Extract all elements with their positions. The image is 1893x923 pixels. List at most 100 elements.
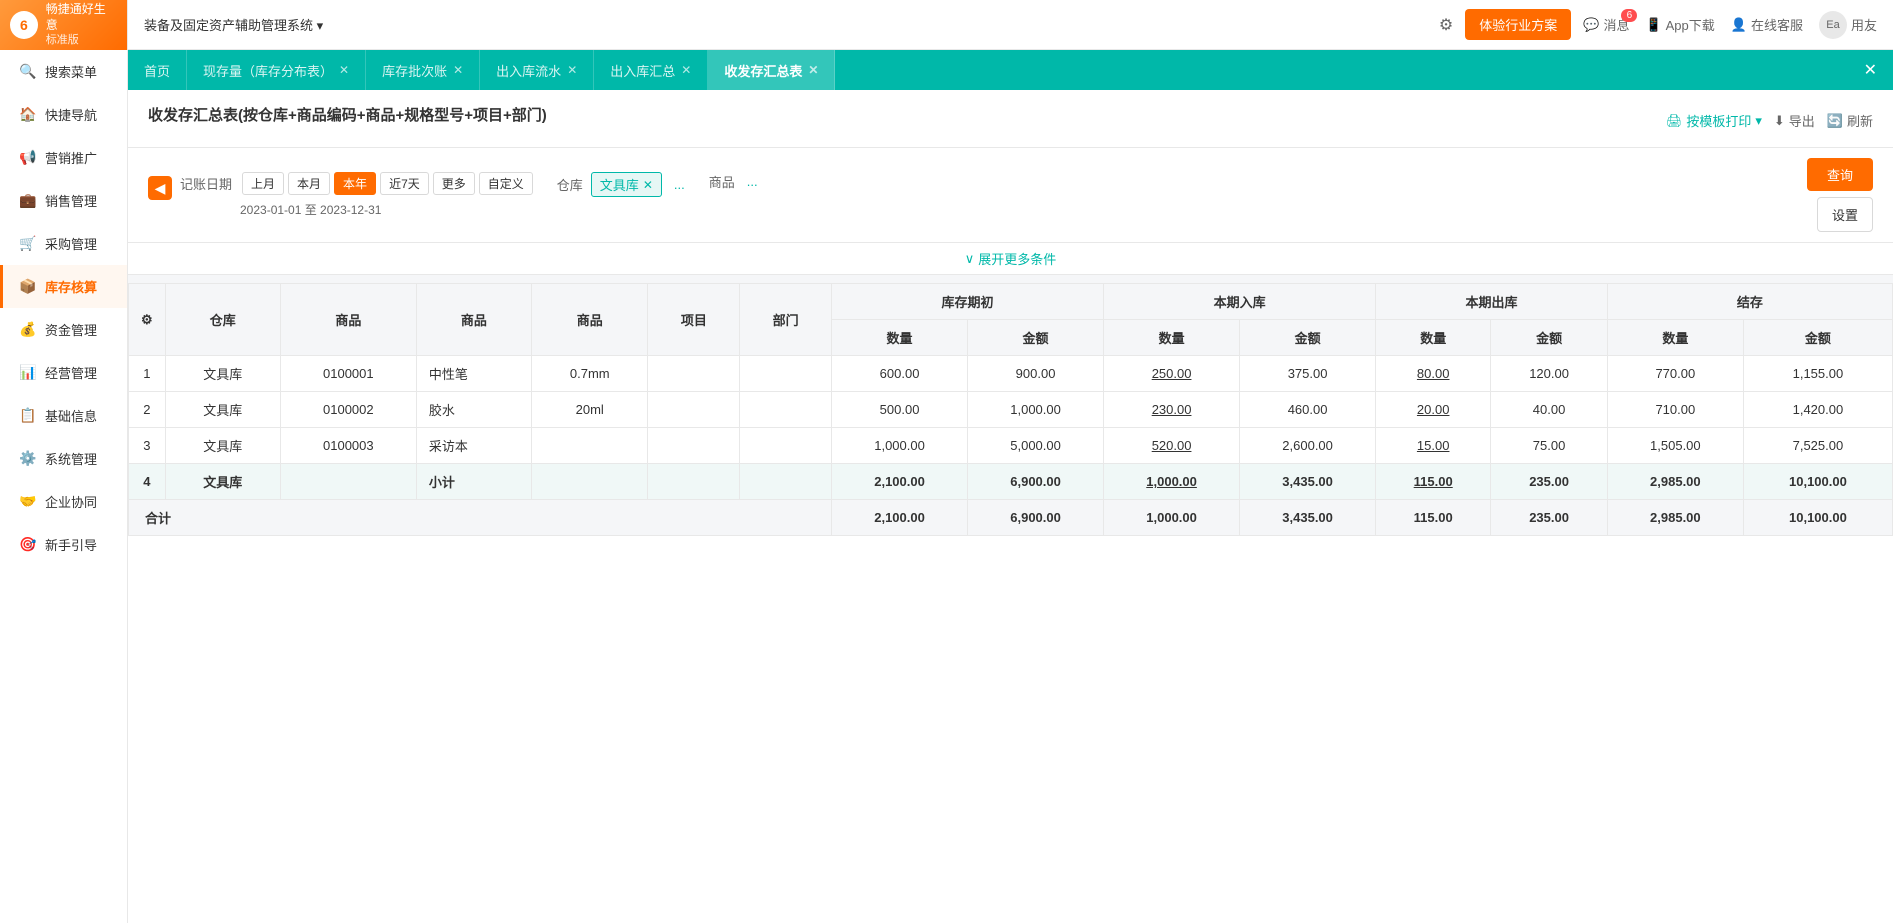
date-btn-本年[interactable]: 本年 [334, 172, 376, 195]
open-amt-header: 金额 [968, 320, 1104, 356]
tab-close-collect-summary[interactable]: ✕ [808, 63, 818, 77]
filter-left: ◀ 记账日期 上月本月本年近7天更多自定义 2023-01-01 至 2023-… [148, 172, 1783, 218]
online-service-action[interactable]: 👤 在线客服 [1731, 15, 1803, 34]
row-dept [740, 392, 832, 428]
date-label: 记账日期 [180, 174, 232, 193]
settings-btn[interactable]: 设置 [1817, 197, 1873, 232]
tab-label-inout-flow: 出入库流水 [496, 61, 561, 80]
row-in-qty: 1,000.00 [1104, 464, 1240, 500]
gear-icon[interactable]: ⚙ [1439, 15, 1453, 35]
row-in-amt: 3,435.00 [1240, 464, 1376, 500]
sidebar-header: 6 畅捷通好生意 标准版 [0, 0, 127, 50]
row-project [648, 392, 740, 428]
date-options: 上月本月本年近7天更多自定义 [242, 172, 533, 195]
content-area: 收发存汇总表(按仓库+商品编码+商品+规格型号+项目+部门) 🖨 按模板打印 ▾… [128, 90, 1893, 923]
col-name-header: 商品 [416, 284, 531, 356]
sidebar-item-inventory[interactable]: 📦库存核算 [0, 265, 127, 308]
warehouse-tag[interactable]: 文具库 ✕ [591, 172, 662, 197]
tab-inventory-distribution[interactable]: 现存量（库存分布表） ✕ [187, 50, 366, 90]
filter-right: 查询 设置 [1807, 158, 1873, 232]
warehouse-more-btn[interactable]: ... [674, 177, 685, 192]
expand-more-row: ∨ 展开更多条件 [128, 243, 1893, 275]
product-more-btn[interactable]: ... [747, 174, 758, 189]
footer-out-qty: 115.00 [1376, 500, 1491, 536]
row-name: 胶水 [416, 392, 531, 428]
tab-close-inventory-distribution[interactable]: ✕ [339, 63, 349, 77]
data-table: ⚙ 仓库 商品 商品 商品 项目 部门 库存期初 本期入库 本期出库 结存 数量 [128, 283, 1893, 536]
row-open-amt: 5,000.00 [968, 428, 1104, 464]
tab-home[interactable]: 首页 [128, 50, 187, 90]
tab-inout-summary[interactable]: 出入库汇总 ✕ [594, 50, 708, 90]
try-btn[interactable]: 体验行业方案 [1465, 9, 1571, 40]
sidebar-item-purchase[interactable]: 🛒采购管理 [0, 222, 127, 265]
sidebar-item-search[interactable]: 🔍搜索菜单 [0, 50, 127, 93]
chevron-down-icon: ∨ [965, 251, 975, 267]
sidebar-label-guide: 新手引导 [45, 535, 97, 554]
sidebar-label-quick-nav: 快捷导航 [45, 105, 97, 124]
row-warehouse: 文具库 [165, 428, 280, 464]
row-out-qty: 20.00 [1376, 392, 1491, 428]
in-amt-header: 金额 [1240, 320, 1376, 356]
sidebar-item-marketing[interactable]: 📢营销推广 [0, 136, 127, 179]
sidebar-item-guide[interactable]: 🎯新手引导 [0, 523, 127, 566]
row-dept [740, 464, 832, 500]
sidebar-item-sales[interactable]: 💼销售管理 [0, 179, 127, 222]
sidebar-label-marketing: 营销推广 [45, 148, 97, 167]
export-btn[interactable]: ⬇ 导出 [1774, 111, 1815, 130]
print-btn[interactable]: 🖨 按模板打印 ▾ [1666, 111, 1762, 130]
sidebar-item-operations[interactable]: 📊经营管理 [0, 351, 127, 394]
sidebar-item-enterprise[interactable]: 🤝企业协同 [0, 480, 127, 523]
messages-action[interactable]: 💬 消息 6 [1583, 15, 1629, 34]
col-settings-header[interactable]: ⚙ [129, 284, 166, 356]
footer-in-qty: 1,000.00 [1104, 500, 1240, 536]
filter-collapse-btn[interactable]: ◀ [148, 176, 172, 200]
row-dept [740, 356, 832, 392]
row-out-amt: 235.00 [1491, 464, 1608, 500]
service-icon: 👤 [1731, 17, 1747, 33]
row-close-qty: 2,985.00 [1607, 464, 1743, 500]
sidebar-item-system[interactable]: ⚙️系统管理 [0, 437, 127, 480]
refresh-btn[interactable]: 🔄 刷新 [1827, 111, 1873, 130]
date-btn-本月[interactable]: 本月 [288, 172, 330, 195]
message-icon: 💬 [1583, 17, 1599, 33]
sidebar-label-purchase: 采购管理 [45, 234, 97, 253]
row-index: 4 [129, 464, 166, 500]
close-all-tabs[interactable]: ✕ [1848, 60, 1893, 80]
product-label: 商品 [709, 172, 735, 191]
tab-inout-flow[interactable]: 出入库流水 ✕ [480, 50, 594, 90]
date-btn-上月[interactable]: 上月 [242, 172, 284, 195]
tab-close-batch-ledger[interactable]: ✕ [453, 63, 463, 77]
tab-close-inout-flow[interactable]: ✕ [567, 63, 577, 77]
warehouse-remove-icon[interactable]: ✕ [643, 178, 653, 192]
operations-icon: 📊 [19, 364, 37, 381]
row-spec [532, 428, 648, 464]
expand-more-btn[interactable]: ∨ 展开更多条件 [965, 249, 1057, 268]
row-out-qty: 15.00 [1376, 428, 1491, 464]
row-close-amt: 1,155.00 [1743, 356, 1892, 392]
row-spec: 20ml [532, 392, 648, 428]
export-icon: ⬇ [1774, 113, 1785, 129]
date-btn-更多[interactable]: 更多 [433, 172, 475, 195]
row-close-qty: 710.00 [1607, 392, 1743, 428]
footer-close-qty: 2,985.00 [1607, 500, 1743, 536]
sidebar-item-basic-info[interactable]: 📋基础信息 [0, 394, 127, 437]
app-download-action[interactable]: 📱 App下载 [1645, 15, 1714, 34]
system-selector[interactable]: 装备及固定资产辅助管理系统 ▾ [144, 15, 1427, 34]
tab-label-inventory-distribution: 现存量（库存分布表） [203, 61, 333, 80]
messages-badge: 6 [1621, 9, 1637, 22]
sidebar-item-quick-nav[interactable]: 🏠快捷导航 [0, 93, 127, 136]
download-icon: 📱 [1645, 17, 1661, 33]
date-btn-近7天[interactable]: 近7天 [380, 172, 429, 195]
tab-batch-ledger[interactable]: 库存批次账 ✕ [366, 50, 480, 90]
sidebar-label-inventory: 库存核算 [45, 277, 97, 296]
warehouse-label: 仓库 [557, 175, 583, 194]
row-warehouse: 文具库 [165, 464, 280, 500]
row-index: 3 [129, 428, 166, 464]
refresh-icon: 🔄 [1827, 113, 1843, 129]
date-btn-自定义[interactable]: 自定义 [479, 172, 533, 195]
user-action[interactable]: Ea 用友 [1819, 11, 1877, 39]
query-btn[interactable]: 查询 [1807, 158, 1873, 191]
sidebar-item-finance[interactable]: 💰资金管理 [0, 308, 127, 351]
tab-collect-summary[interactable]: 收发存汇总表 ✕ [708, 50, 835, 90]
tab-close-inout-summary[interactable]: ✕ [681, 63, 691, 77]
